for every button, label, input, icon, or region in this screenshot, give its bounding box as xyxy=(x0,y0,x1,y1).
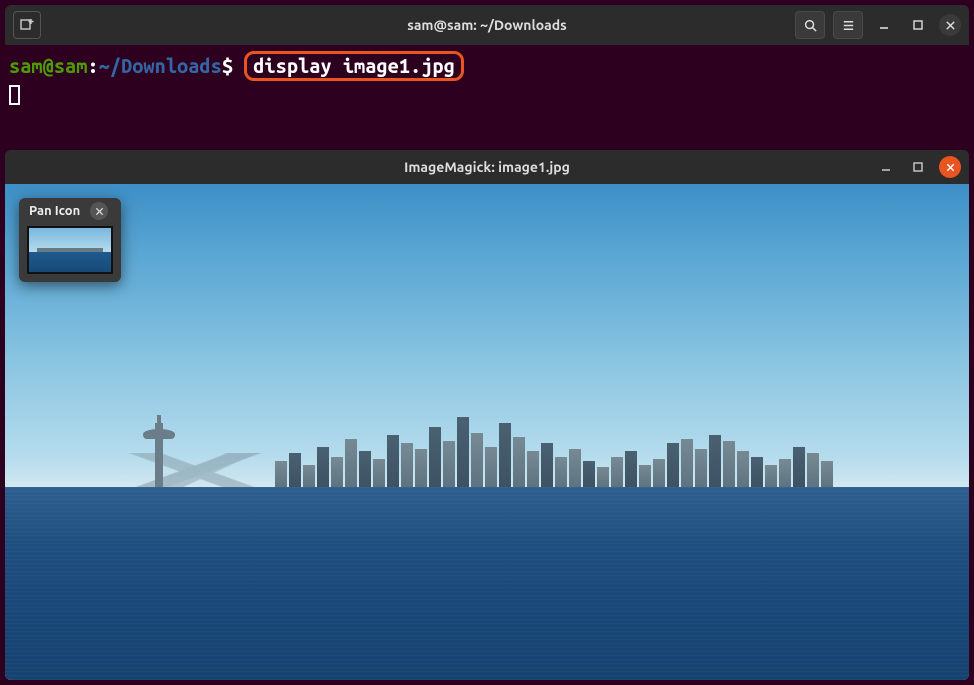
image-space-needle xyxy=(155,423,163,487)
minimize-icon xyxy=(878,19,890,31)
pan-title: Pan Icon xyxy=(29,204,80,218)
new-tab-button[interactable] xyxy=(13,11,41,39)
terminal-titlebar[interactable]: sam@sam: ~/Downloads xyxy=(5,5,969,45)
pan-titlebar[interactable]: Pan Icon xyxy=(19,198,121,224)
image-canvas[interactable]: Pan Icon xyxy=(5,184,969,680)
terminal-line: sam@sam:~/Downloads$ display image1.jpg xyxy=(9,51,965,81)
prompt-colon: : xyxy=(87,54,98,77)
command-highlight: display image1.jpg xyxy=(244,51,464,81)
pan-thumbnail[interactable] xyxy=(27,226,113,274)
pan-close-button[interactable] xyxy=(90,202,108,220)
minimize-icon xyxy=(880,161,892,173)
viewer-maximize-button[interactable] xyxy=(907,156,929,178)
image-skyline xyxy=(5,397,969,487)
search-icon xyxy=(803,18,818,33)
viewer-title: ImageMagick: image1.jpg xyxy=(5,159,969,175)
new-tab-icon xyxy=(19,17,35,33)
viewer-close-button[interactable] xyxy=(939,156,961,178)
maximize-icon xyxy=(912,19,924,31)
menu-button[interactable] xyxy=(833,11,863,39)
prompt-dollar: $ xyxy=(222,54,233,77)
image-buildings xyxy=(275,407,909,487)
minimize-button[interactable] xyxy=(871,12,897,38)
maximize-button[interactable] xyxy=(905,12,931,38)
search-button[interactable] xyxy=(795,11,825,39)
hamburger-icon xyxy=(841,18,856,33)
close-icon xyxy=(945,20,956,31)
terminal-cursor xyxy=(9,85,20,105)
prompt-at: @ xyxy=(43,54,54,77)
viewer-titlebar[interactable]: ImageMagick: image1.jpg xyxy=(5,150,969,184)
terminal-body[interactable]: sam@sam:~/Downloads$ display image1.jpg xyxy=(5,45,969,116)
prompt-path: ~/Downloads xyxy=(99,54,222,77)
image-water xyxy=(5,487,969,680)
pan-window[interactable]: Pan Icon xyxy=(19,198,121,282)
image-viewer-window: ImageMagick: image1.jpg xyxy=(5,150,969,680)
maximize-icon xyxy=(912,161,924,173)
close-icon xyxy=(945,162,956,173)
terminal-titlebar-right xyxy=(795,11,961,39)
terminal-window: sam@sam: ~/Downloads xyxy=(5,5,969,145)
prompt-user: sam xyxy=(9,54,43,77)
viewer-titlebar-right xyxy=(875,156,961,178)
prompt-host: sam xyxy=(54,54,88,77)
viewer-minimize-button[interactable] xyxy=(875,156,897,178)
close-icon xyxy=(95,207,104,216)
close-button[interactable] xyxy=(939,14,961,36)
